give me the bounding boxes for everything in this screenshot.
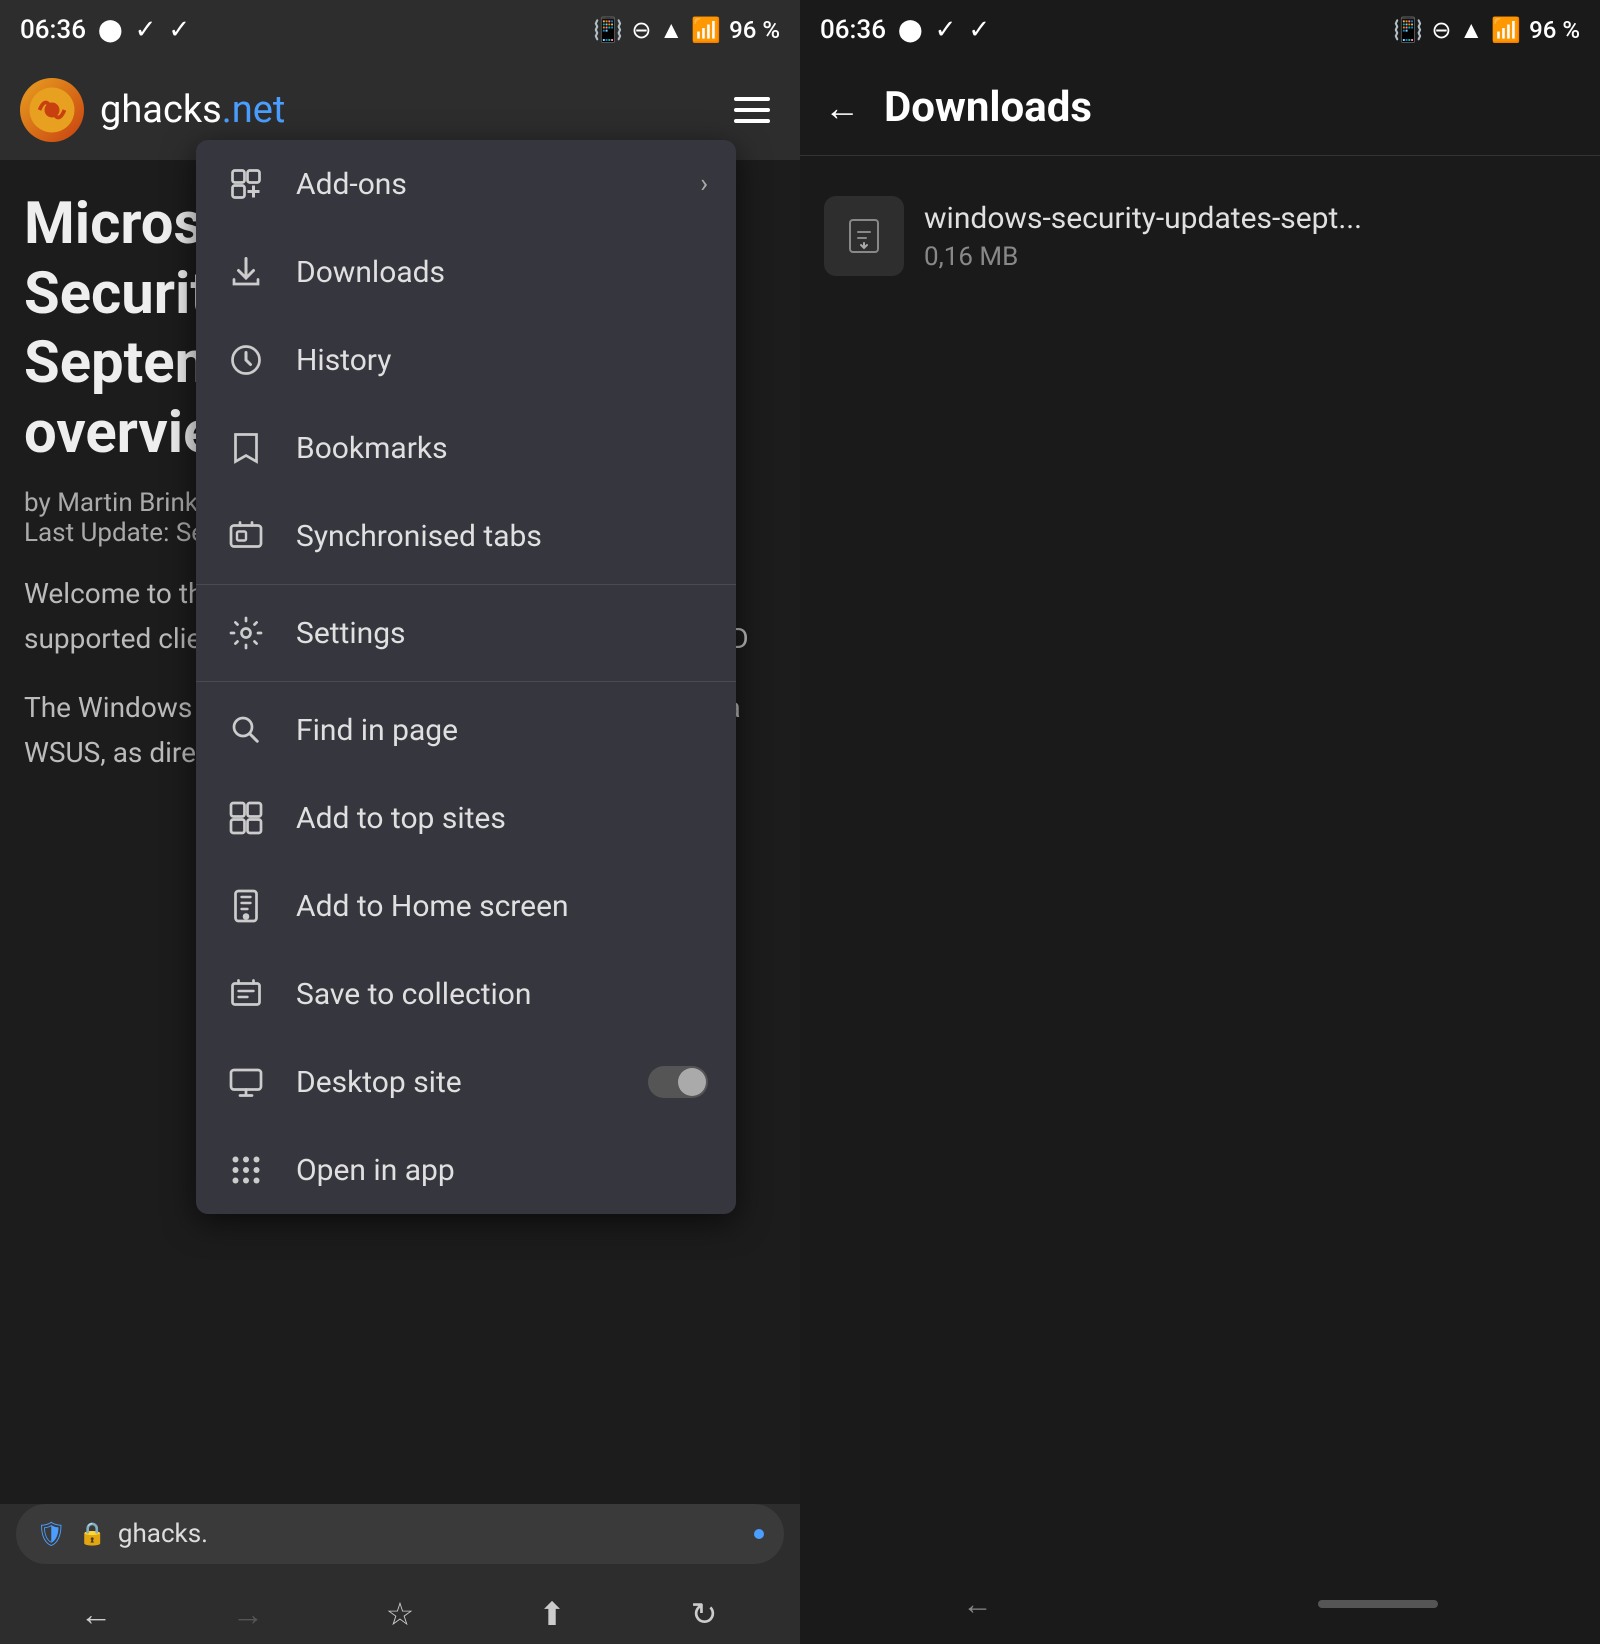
signal-icon: 📶	[691, 16, 721, 44]
menu-item-downloads[interactable]: Downloads	[196, 228, 736, 316]
download-filename: windows-security-updates-sept...	[924, 201, 1576, 236]
menu-item-bookmarks[interactable]: Bookmarks	[196, 404, 736, 492]
time-left: 06:36	[20, 15, 86, 45]
open-app-label: Open in app	[296, 1153, 708, 1188]
menu-item-home-screen[interactable]: Add to Home screen	[196, 862, 736, 950]
dropdown-menu: Add-ons › Downloads History	[196, 140, 736, 1214]
downloads-menu-label: Downloads	[296, 255, 708, 290]
url-bar[interactable]: 🛡 🔒 ghacks.	[16, 1504, 784, 1564]
menu-item-addons[interactable]: Add-ons ›	[196, 140, 736, 228]
bookmarks-label: Bookmarks	[296, 431, 708, 466]
nav-back-button[interactable]: ←	[56, 1574, 136, 1644]
nav-share-button[interactable]: ⬆	[512, 1574, 592, 1644]
hamburger-button[interactable]	[724, 82, 780, 138]
nav-bookmark-button[interactable]: ☆	[360, 1574, 440, 1644]
download-info: windows-security-updates-sept... 0,16 MB	[924, 201, 1576, 272]
download-filesize: 0,16 MB	[924, 242, 1576, 272]
downloads-page-title: Downloads	[884, 83, 1092, 132]
left-panel: 06:36 ⬤ ✓ ✓ 📳 ⊖ ▲ 📶 96 % ghacks.net	[0, 0, 800, 1644]
battery-right: 96 %	[1529, 16, 1580, 44]
bottom-nav-bar: ← → ☆ ⬆ ↻	[0, 1564, 800, 1644]
home-screen-icon	[224, 884, 268, 928]
addons-icon	[224, 162, 268, 206]
addons-arrow: ›	[700, 169, 708, 199]
right-nav-back-button[interactable]: ←	[963, 1587, 993, 1622]
synced-tabs-label: Synchronised tabs	[296, 519, 708, 554]
nav-forward-button[interactable]: →	[208, 1574, 288, 1644]
settings-label: Settings	[296, 616, 708, 651]
downloads-list: windows-security-updates-sept... 0,16 MB	[800, 156, 1600, 316]
menu-divider-1	[196, 584, 736, 585]
desktop-site-icon	[224, 1060, 268, 1104]
wifi-icon-r: ▲	[1459, 16, 1483, 45]
downloads-toolbar: ← Downloads	[800, 60, 1600, 156]
check-icon-r: ✓	[935, 15, 957, 45]
collection-label: Save to collection	[296, 977, 708, 1012]
lock-icon: 🔒	[78, 1522, 105, 1547]
settings-icon	[224, 611, 268, 655]
menu-item-history[interactable]: History	[196, 316, 736, 404]
desktop-site-label: Desktop site	[296, 1065, 620, 1100]
time-right: 06:36	[820, 15, 886, 45]
bookmarks-icon	[224, 426, 268, 470]
menu-item-open-app[interactable]: Open in app	[196, 1126, 736, 1214]
vibrate-icon-r: 📳	[1393, 16, 1423, 44]
wifi-icon: ▲	[659, 16, 683, 45]
check-icon2: ✓	[168, 15, 190, 45]
bottom-navigation: 🛡 🔒 ghacks. ← → ☆ ⬆ ↻	[0, 1504, 800, 1644]
battery-left: 96 %	[729, 16, 780, 44]
status-bar-left: 06:36 ⬤ ✓ ✓ 📳 ⊖ ▲ 📶 96 %	[0, 0, 800, 60]
menu-item-settings[interactable]: Settings	[196, 589, 736, 677]
url-text: ghacks.	[118, 1519, 208, 1549]
find-label: Find in page	[296, 713, 708, 748]
addons-label: Add-ons	[296, 167, 672, 202]
site-title: ghacks.net	[100, 88, 708, 132]
open-app-icon	[224, 1148, 268, 1192]
menu-item-synced-tabs[interactable]: Synchronised tabs	[196, 492, 736, 580]
menu-item-top-sites[interactable]: Add to top sites	[196, 774, 736, 862]
download-file-icon	[824, 196, 904, 276]
history-icon	[224, 338, 268, 382]
signal-icon-r: 📶	[1491, 16, 1521, 44]
right-panel: 06:36 ⬤ ✓ ✓ 📳 ⊖ ▲ 📶 96 % ← Downloads	[800, 0, 1600, 1644]
downloads-back-button[interactable]: ←	[824, 87, 860, 129]
download-item[interactable]: windows-security-updates-sept... 0,16 MB	[800, 172, 1600, 300]
check-icon: ✓	[135, 15, 157, 45]
right-home-pill[interactable]	[1318, 1600, 1438, 1608]
site-logo	[20, 78, 84, 142]
top-sites-label: Add to top sites	[296, 801, 708, 836]
status-bar-right: 06:36 ⬤ ✓ ✓ 📳 ⊖ ▲ 📶 96 %	[800, 0, 1600, 60]
check-icon2-r: ✓	[968, 15, 990, 45]
shield-icon: 🛡	[36, 1520, 66, 1548]
home-screen-label: Add to Home screen	[296, 889, 708, 924]
right-bottom-nav: ←	[800, 1564, 1600, 1644]
dnd-icon-r: ⊖	[1431, 16, 1451, 44]
synced-tabs-icon	[224, 514, 268, 558]
downloads-menu-icon	[224, 250, 268, 294]
notification-icon: ⬤	[98, 18, 123, 43]
notification-icon-r: ⬤	[898, 18, 923, 43]
nav-reload-button[interactable]: ↻	[664, 1574, 744, 1644]
menu-divider-2	[196, 681, 736, 682]
desktop-site-toggle[interactable]	[648, 1066, 708, 1098]
menu-item-find[interactable]: Find in page	[196, 686, 736, 774]
menu-item-desktop-site[interactable]: Desktop site	[196, 1038, 736, 1126]
url-dot	[754, 1529, 764, 1539]
menu-item-collection[interactable]: Save to collection	[196, 950, 736, 1038]
find-icon	[224, 708, 268, 752]
top-sites-icon	[224, 796, 268, 840]
history-label: History	[296, 343, 708, 378]
dnd-icon: ⊖	[631, 16, 651, 44]
vibrate-icon: 📳	[593, 16, 623, 44]
collection-icon	[224, 972, 268, 1016]
